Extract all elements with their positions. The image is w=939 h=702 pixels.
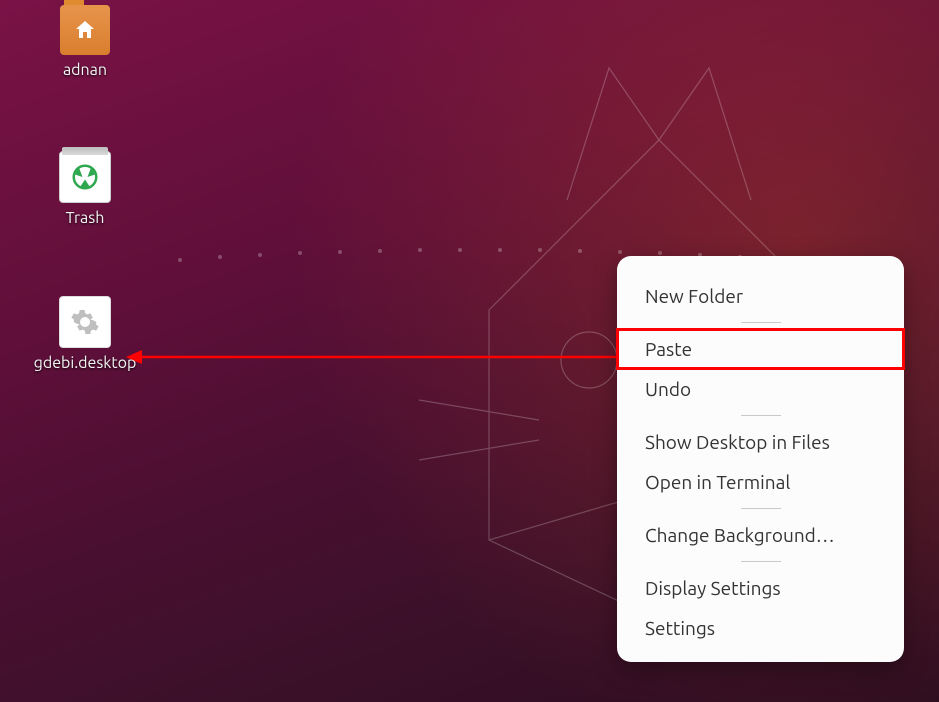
menu-item-settings[interactable]: Settings	[617, 608, 904, 648]
menu-item-change-background[interactable]: Change Background…	[617, 515, 904, 555]
desktop-icon-label: gdebi.desktop	[34, 354, 137, 372]
home-folder-icon	[60, 5, 110, 55]
menu-item-show-desktop-in-files[interactable]: Show Desktop in Files	[617, 422, 904, 462]
menu-separator	[741, 415, 781, 416]
menu-item-paste[interactable]: Paste	[617, 329, 904, 369]
desktop-background[interactable]: adnan Trash gdebi	[0, 0, 939, 702]
desktop-context-menu: New Folder Paste Undo Show Desktop in Fi…	[617, 256, 904, 662]
menu-separator	[741, 508, 781, 509]
desktop-icon-trash[interactable]: Trash	[15, 151, 155, 227]
menu-separator	[741, 322, 781, 323]
trash-icon	[59, 151, 111, 203]
desktop-icon-home[interactable]: adnan	[15, 5, 155, 79]
desktop-icon-label: adnan	[63, 61, 107, 79]
menu-separator	[741, 561, 781, 562]
desktop-icon-label: Trash	[66, 209, 105, 227]
menu-item-open-in-terminal[interactable]: Open in Terminal	[617, 462, 904, 502]
menu-item-undo[interactable]: Undo	[617, 369, 904, 409]
desktop-icon-gdebi[interactable]: gdebi.desktop	[15, 296, 155, 372]
menu-item-new-folder[interactable]: New Folder	[617, 276, 904, 316]
menu-item-display-settings[interactable]: Display Settings	[617, 568, 904, 608]
desktop-file-icon	[59, 296, 111, 348]
